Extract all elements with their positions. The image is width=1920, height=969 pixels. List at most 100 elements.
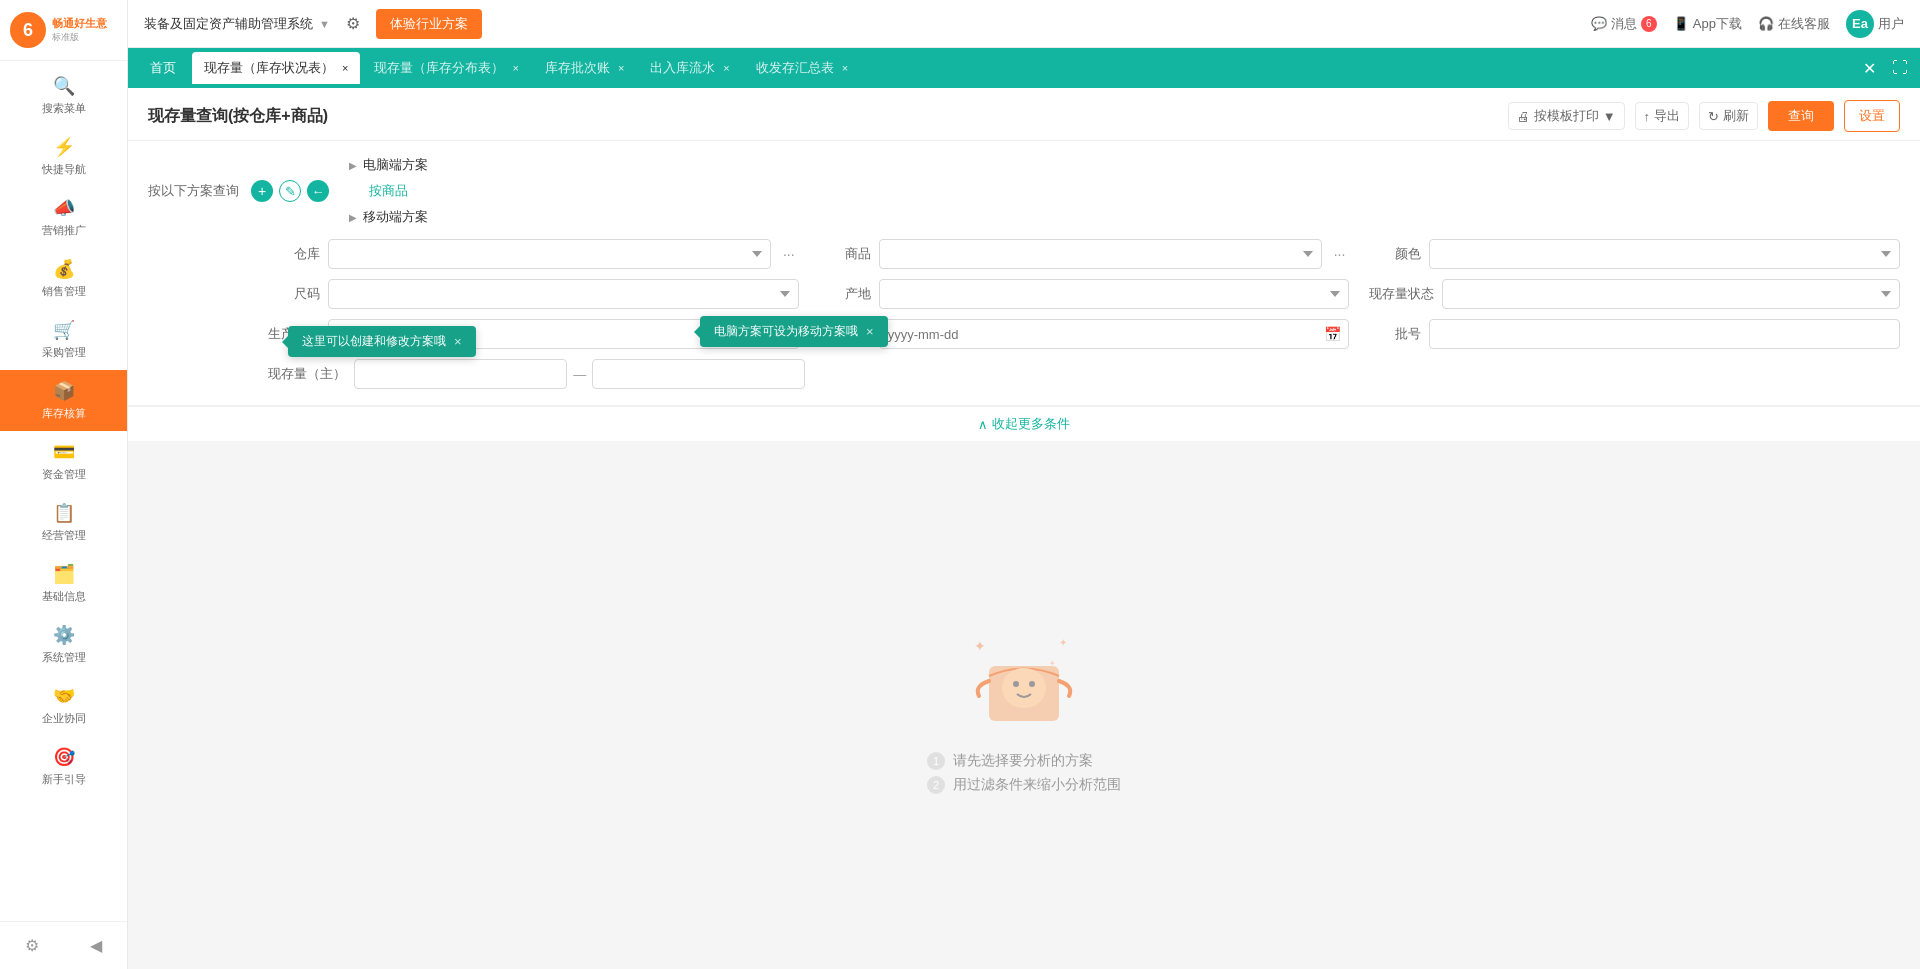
warehouse-more-icon[interactable]: ···: [779, 246, 799, 262]
filter-warehouse: 仓库 ···: [268, 239, 799, 269]
sidebar-item-guide[interactable]: 🎯 新手引导: [0, 736, 127, 797]
svg-text:✦: ✦: [974, 638, 986, 654]
main-area: 装备及固定资产辅助管理系统 ▼ ⚙ 体验行业方案 💬 消息 6 📱 App下载 …: [128, 0, 1920, 969]
page-title: 现存量查询(按仓库+商品): [148, 106, 328, 127]
scheme-tree: ▶ 电脑端方案 按商品 ▶ 移动端方案: [349, 153, 428, 229]
filter-color: 颜色: [1369, 239, 1900, 269]
filter-back-btn[interactable]: ←: [307, 180, 329, 202]
scheme-item-desktop[interactable]: ▶ 电脑端方案: [349, 153, 428, 177]
filter-row-3: 生产日期 📅 失效日期 📅 批号: [268, 319, 1900, 349]
sidebar-item-base-info[interactable]: 🗂️ 基础信息: [0, 553, 127, 614]
sidebar-item-system[interactable]: ⚙️ 系统管理: [0, 614, 127, 675]
message-btn[interactable]: 💬 消息 6: [1591, 15, 1657, 33]
print-icon: 🖨: [1517, 109, 1530, 124]
print-btn[interactable]: 🖨 按模板打印 ▼: [1508, 102, 1625, 130]
sidebar-bottom: ⚙ ◀: [0, 921, 127, 969]
logo-badge: 标准版: [52, 31, 107, 44]
app-download-btn[interactable]: 📱 App下载: [1673, 15, 1742, 33]
goods-select[interactable]: [879, 239, 1322, 269]
tab-home[interactable]: 首页: [136, 52, 190, 84]
message-badge: 6: [1641, 16, 1657, 32]
stock-status-select[interactable]: [1442, 279, 1900, 309]
refresh-icon: ↻: [1708, 109, 1719, 124]
online-support-btn[interactable]: 🎧 在线客服: [1758, 15, 1830, 33]
stock-qty-max[interactable]: [592, 359, 805, 389]
enterprise-icon: 🤝: [53, 685, 75, 707]
tab-batch[interactable]: 库存批次账 ×: [533, 52, 636, 84]
warehouse-select[interactable]: [328, 239, 771, 269]
color-select[interactable]: [1429, 239, 1900, 269]
goods-more-icon[interactable]: ···: [1330, 246, 1350, 262]
expire-date-input[interactable]: [879, 319, 1350, 349]
tabbar: 首页 现存量（库存状况表） × 现存量（库存分布表） × 库存批次账 × 出入库…: [128, 48, 1920, 88]
sales-icon: 💰: [53, 258, 75, 280]
tooltip-create: 这里可以创建和修改方案哦 ×: [288, 326, 476, 357]
scheme-item-by-goods[interactable]: 按商品: [369, 179, 428, 203]
close-all-tabs-btn[interactable]: ✕: [1859, 55, 1880, 82]
svg-point-1: [1002, 668, 1046, 708]
scheme-item-mobile[interactable]: ▶ 移动端方案: [349, 205, 428, 229]
sidebar-item-marketing[interactable]: 📣 营销推广: [0, 187, 127, 248]
filter-edit-btn[interactable]: ✎: [279, 180, 301, 202]
sidebar-item-sales[interactable]: 💰 销售管理: [0, 248, 127, 309]
search-nav-icon: 🔍: [53, 75, 75, 97]
tab-close-icon-4[interactable]: ×: [723, 62, 729, 74]
tab-stock-dist[interactable]: 现存量（库存分布表） ×: [362, 52, 530, 84]
topbar-settings-icon[interactable]: ⚙: [346, 14, 360, 33]
search-btn[interactable]: 查询: [1768, 101, 1834, 131]
tab-summary[interactable]: 收发存汇总表 ×: [744, 52, 860, 84]
tab-close-icon[interactable]: ×: [342, 62, 348, 74]
tooltip-scheme-close-btn[interactable]: ×: [866, 324, 874, 339]
trial-btn[interactable]: 体验行业方案: [376, 9, 482, 39]
size-select[interactable]: [328, 279, 799, 309]
inventory-icon: 📦: [53, 380, 75, 402]
filter-size: 尺码: [268, 279, 799, 309]
topbar: 装备及固定资产辅助管理系统 ▼ ⚙ 体验行业方案 💬 消息 6 📱 App下载 …: [128, 0, 1920, 48]
filter-stock-qty: 现存量（主） —: [268, 359, 805, 389]
fullscreen-btn[interactable]: ⛶: [1888, 55, 1912, 81]
topbar-right: 💬 消息 6 📱 App下载 🎧 在线客服 Ea 用户: [1591, 10, 1904, 38]
origin-select[interactable]: [879, 279, 1350, 309]
finance-icon: 💳: [53, 441, 75, 463]
tab-close-icon-3[interactable]: ×: [618, 62, 624, 74]
refresh-btn[interactable]: ↻ 刷新: [1699, 102, 1758, 130]
batch-input[interactable]: [1429, 319, 1900, 349]
filter-row-2: 尺码 产地 现存量状态: [268, 279, 1900, 309]
sidebar-item-finance[interactable]: 💳 资金管理: [0, 431, 127, 492]
setting-btn[interactable]: 设置: [1844, 100, 1900, 132]
sidebar-item-enterprise[interactable]: 🤝 企业协同: [0, 675, 127, 736]
sidebar-item-quick-nav[interactable]: ⚡ 快捷导航: [0, 126, 127, 187]
sidebar-item-inventory[interactable]: 📦 库存核算: [0, 370, 127, 431]
sidebar-item-purchase[interactable]: 🛒 采购管理: [0, 309, 127, 370]
svg-text:✦: ✦: [1049, 659, 1056, 668]
page-actions: 🖨 按模板打印 ▼ ↑ 导出 ↻ 刷新 查询 设置: [1508, 100, 1900, 132]
logo-text: 畅通好生意: [52, 16, 107, 31]
system-name: 装备及固定资产辅助管理系统 ▼: [144, 15, 330, 33]
filter-collapse-btn[interactable]: ∧ 收起更多条件: [128, 406, 1920, 441]
svg-text:✦: ✦: [1059, 637, 1067, 648]
system-name-arrow: ▼: [319, 18, 330, 30]
filter-add-btn[interactable]: +: [251, 180, 273, 202]
filter-toolbar: + ✎ ←: [251, 180, 329, 202]
sidebar-item-search[interactable]: 🔍 搜索菜单: [0, 65, 127, 126]
tooltip-create-close-btn[interactable]: ×: [454, 334, 462, 349]
filter-form-area: 仓库 ··· 商品 ··· 颜色: [268, 239, 1900, 389]
tab-inout-flow[interactable]: 出入库流水 ×: [638, 52, 741, 84]
collapse-sidebar-btn[interactable]: ◀: [82, 932, 110, 959]
export-btn[interactable]: ↑ 导出: [1635, 102, 1690, 130]
sidebar-item-operations[interactable]: 📋 经营管理: [0, 492, 127, 553]
stock-qty-min[interactable]: [354, 359, 567, 389]
tab-stock-status[interactable]: 现存量（库存状况表） ×: [192, 52, 360, 84]
expire-date-wrap: 📅: [879, 319, 1350, 349]
user-area[interactable]: Ea 用户: [1846, 10, 1904, 38]
tab-close-icon-5[interactable]: ×: [842, 62, 848, 74]
filter-label: 按以下方案查询: [148, 182, 239, 200]
empty-text: 1 请先选择要分析的方案 2 用过滤条件来缩小分析范围: [927, 752, 1121, 794]
tab-close-icon-2[interactable]: ×: [512, 62, 518, 74]
system-icon: ⚙️: [53, 624, 75, 646]
filter-row: 按以下方案查询 + ✎ ← ▶ 电脑端方案 按商品: [148, 153, 1900, 229]
sidebar: 6 畅通好生意 标准版 🔍 搜索菜单 ⚡ 快捷导航 📣 营销推广 💰 销售管理 …: [0, 0, 128, 969]
settings-bottom-btn[interactable]: ⚙: [17, 932, 47, 959]
svg-point-3: [1029, 681, 1035, 687]
filter-expire-date: 失效日期 📅: [819, 319, 1350, 349]
